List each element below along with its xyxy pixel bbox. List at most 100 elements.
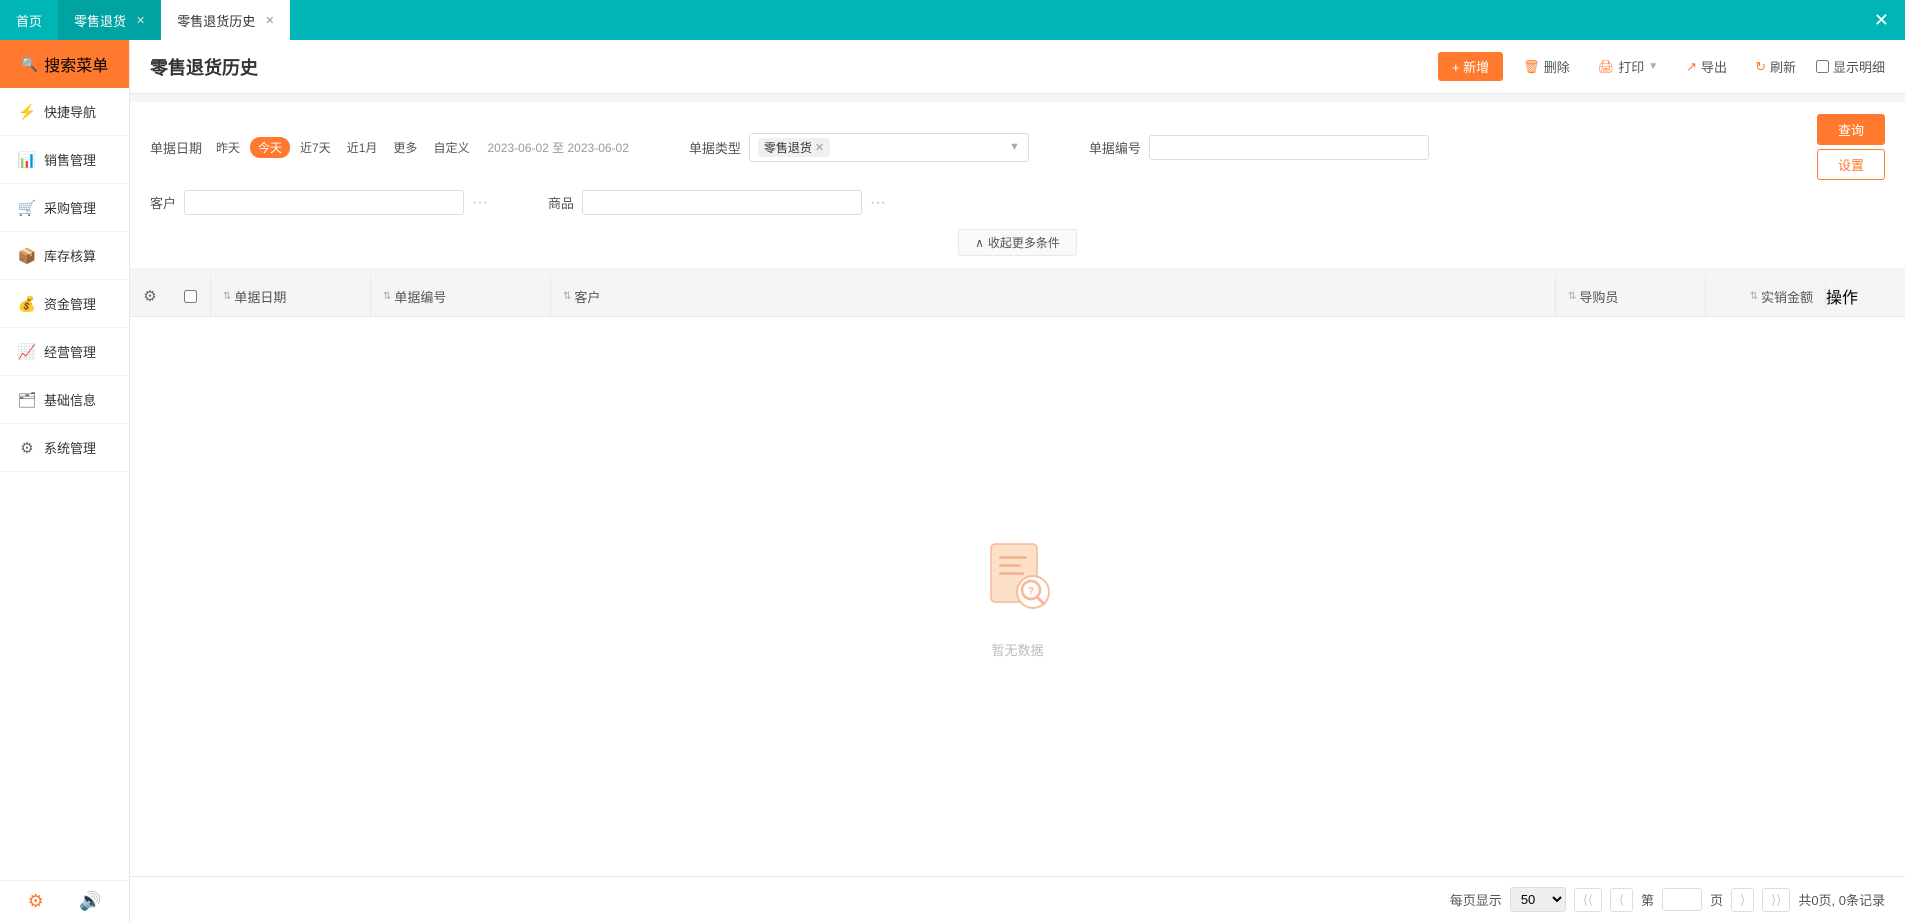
system-icon: ⚙: [18, 439, 36, 457]
settings-bottom-icon[interactable]: ⚙: [28, 891, 44, 912]
date-button-group: 昨天 今天 近7天 近1月 更多 自定义: [210, 137, 475, 158]
type-filter-select[interactable]: 零售退货 ✕ ▼: [749, 133, 1029, 162]
th-number[interactable]: ⇅ 单据编号: [370, 276, 550, 316]
page-unit: 页: [1710, 890, 1723, 909]
sidebar-item-label-basic: 基础信息: [44, 390, 96, 409]
th-amount[interactable]: ⇅ 实销金额: [1705, 276, 1825, 316]
tab-retail-return-close[interactable]: ✕: [136, 14, 145, 27]
page-size-select[interactable]: 20 50 100 200: [1510, 887, 1566, 912]
goods-filter-input[interactable]: [582, 190, 862, 215]
customer-filter-label: 客户: [150, 193, 176, 212]
number-filter-input[interactable]: [1149, 135, 1429, 160]
show-detail-toggle[interactable]: 显示明细: [1816, 57, 1885, 76]
collapse-up-icon: ∧: [975, 236, 984, 250]
prev-page-button[interactable]: ⟨: [1610, 888, 1633, 912]
top-bar-right: ✕: [1874, 10, 1905, 31]
delete-button[interactable]: 🗑 删除: [1515, 53, 1578, 80]
collapse-label: 收起更多条件: [988, 234, 1060, 251]
main-layout: 🔍 搜索菜单 ⚡ 快捷导航 📊 销售管理 🛒 采购管理 📦 库存核算 💰: [0, 40, 1905, 922]
tab-retail-return-history[interactable]: 零售退货历史 ✕: [161, 0, 290, 40]
page-title: 零售退货历史: [150, 54, 258, 80]
sort-guide-icon: ⇅: [1568, 291, 1576, 302]
print-label: 打印: [1618, 57, 1644, 76]
date-btn-today[interactable]: 今天: [250, 137, 290, 158]
total-info: 共0页, 0条记录: [1798, 890, 1885, 909]
sidebar-item-quick-nav[interactable]: ⚡ 快捷导航: [0, 88, 129, 136]
th-guide-label: 导购员: [1579, 287, 1618, 306]
last-page-button[interactable]: ⟩⟩: [1762, 888, 1790, 912]
sidebar-item-operations[interactable]: 📈 经营管理: [0, 328, 129, 376]
export-button[interactable]: ↗ 导出: [1678, 53, 1735, 80]
customer-filter-dots[interactable]: ···: [472, 194, 488, 212]
tab-retail-return-label: 零售退货: [74, 11, 126, 30]
sort-no-icon: ⇅: [383, 291, 391, 302]
delete-label: 删除: [1544, 57, 1570, 76]
sidebar-item-label-system: 系统管理: [44, 438, 96, 457]
sidebar-item-purchase-mgmt[interactable]: 🛒 采购管理: [0, 184, 129, 232]
sidebar-search-label: 搜索菜单: [44, 52, 108, 76]
content-area: 零售退货历史 + 新增 🗑 删除 🖨 打印 ▼ ↗ 导出 ↻: [130, 40, 1905, 922]
th-guide[interactable]: ⇅ 导购员: [1555, 276, 1705, 316]
date-btn-1month[interactable]: 近1月: [341, 137, 384, 158]
first-page-button[interactable]: ⟨⟨: [1574, 888, 1602, 912]
th-customer-label: 客户: [574, 287, 600, 306]
th-number-label: 单据编号: [394, 287, 446, 306]
customer-filter-input[interactable]: [184, 190, 464, 215]
refresh-button[interactable]: ↻ 刷新: [1747, 53, 1804, 80]
quick-nav-icon: ⚡: [18, 103, 36, 121]
date-btn-more[interactable]: 更多: [387, 137, 423, 158]
tab-retail-return-history-close[interactable]: ✕: [265, 14, 274, 27]
sidebar-item-label-finance: 资金管理: [44, 294, 96, 313]
top-bar: 首页 零售退货 ✕ 零售退货历史 ✕ ✕: [0, 0, 1905, 40]
sidebar-item-basic-info[interactable]: 🗂 基础信息: [0, 376, 129, 424]
sort-asc-icon: ⇅: [223, 291, 231, 302]
type-select-arrow: ▼: [1009, 141, 1020, 153]
tab-home[interactable]: 首页: [0, 0, 58, 40]
sidebar-item-finance[interactable]: 💰 资金管理: [0, 280, 129, 328]
select-all-checkbox[interactable]: [184, 290, 197, 303]
page-size-label: 每页显示: [1450, 890, 1502, 909]
sort-customer-icon: ⇅: [563, 291, 571, 302]
th-amount-label: 实销金额: [1761, 287, 1813, 306]
date-btn-custom[interactable]: 自定义: [427, 137, 475, 158]
th-date[interactable]: ⇅ 单据日期: [210, 276, 370, 316]
collapse-filter-button[interactable]: ∧ 收起更多条件: [958, 229, 1077, 256]
next-page-button[interactable]: ⟩: [1731, 888, 1754, 912]
sales-mgmt-icon: 📊: [18, 151, 36, 169]
page-label: 第: [1641, 890, 1654, 909]
sidebar-search[interactable]: 🔍 搜索菜单: [0, 40, 129, 88]
export-icon: ↗: [1686, 59, 1697, 75]
sidebar-item-sales-mgmt[interactable]: 📊 销售管理: [0, 136, 129, 184]
pagination-bar: 每页显示 20 50 100 200 ⟨⟨ ⟨ 第 1 页 ⟩ ⟩⟩ 共0页, …: [130, 876, 1905, 922]
show-detail-checkbox[interactable]: [1816, 60, 1829, 73]
print-arrow-icon: ▼: [1648, 61, 1658, 72]
customer-filter: 客户 ···: [150, 190, 488, 215]
set-button[interactable]: 设置: [1817, 149, 1885, 180]
empty-illustration: ?: [973, 534, 1063, 624]
window-close-button[interactable]: ✕: [1874, 10, 1889, 31]
type-filter-tag: 零售退货 ✕: [758, 138, 830, 157]
sidebar-item-inventory[interactable]: 📦 库存核算: [0, 232, 129, 280]
query-set-group: 查询 设置: [1817, 114, 1885, 180]
print-button[interactable]: 🖨 打印 ▼: [1590, 53, 1666, 80]
sidebar: 🔍 搜索菜单 ⚡ 快捷导航 📊 销售管理 🛒 采购管理 📦 库存核算 💰: [0, 40, 130, 922]
delete-icon: 🗑: [1523, 59, 1540, 75]
toolbar: + 新增 🗑 删除 🖨 打印 ▼ ↗ 导出 ↻ 刷新: [1438, 52, 1885, 81]
tab-retail-return[interactable]: 零售退货 ✕: [58, 0, 161, 40]
type-tag-close[interactable]: ✕: [815, 141, 824, 154]
table-settings-icon[interactable]: ⚙: [130, 287, 170, 305]
query-button[interactable]: 查询: [1817, 114, 1885, 145]
th-date-label: 单据日期: [234, 287, 286, 306]
date-btn-7days[interactable]: 近7天: [294, 137, 337, 158]
goods-filter-dots[interactable]: ···: [870, 194, 886, 212]
th-customer[interactable]: ⇅ 客户: [550, 276, 1555, 316]
table-area: ⚙ ⇅ 单据日期 ⇅ 单据编号 ⇅ 客户 ⇅ 导购员: [130, 276, 1905, 922]
table-select-all[interactable]: [170, 290, 210, 303]
sidebar-item-system[interactable]: ⚙ 系统管理: [0, 424, 129, 472]
audio-bottom-icon[interactable]: 🔊: [79, 891, 101, 912]
date-btn-yesterday[interactable]: 昨天: [210, 137, 246, 158]
add-button[interactable]: + 新增: [1438, 52, 1503, 81]
page-number-input[interactable]: 1: [1662, 888, 1702, 911]
refresh-label: 刷新: [1770, 57, 1796, 76]
export-label: 导出: [1701, 57, 1727, 76]
